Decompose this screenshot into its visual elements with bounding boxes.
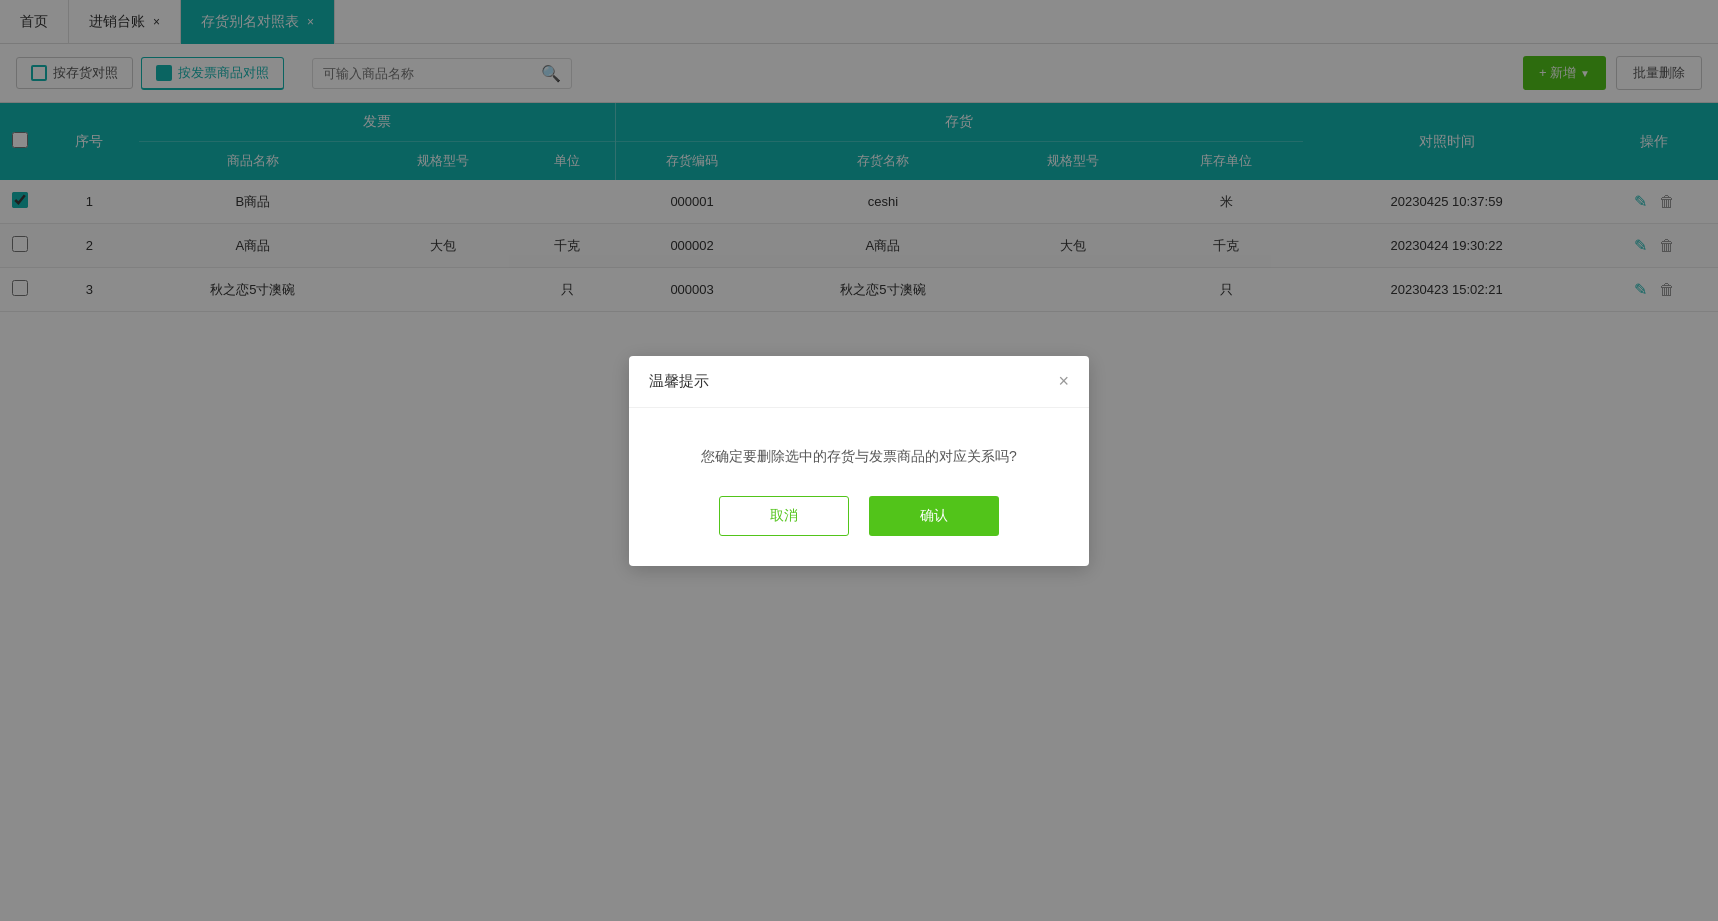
cancel-button[interactable]: 取消 xyxy=(719,496,849,536)
confirm-button[interactable]: 确认 xyxy=(869,496,999,536)
dialog-body: 您确定要删除选中的存货与发票商品的对应关系吗? xyxy=(629,408,1089,496)
dialog-header: 温馨提示 × xyxy=(629,356,1089,408)
dialog-title: 温馨提示 xyxy=(649,372,709,391)
dialog-message: 您确定要删除选中的存货与发票商品的对应关系吗? xyxy=(701,448,1017,464)
dialog-footer: 取消 确认 xyxy=(629,496,1089,566)
dialog-overlay: 温馨提示 × 您确定要删除选中的存货与发票商品的对应关系吗? 取消 确认 xyxy=(0,0,1718,921)
dialog-close-button[interactable]: × xyxy=(1058,372,1069,390)
confirm-dialog: 温馨提示 × 您确定要删除选中的存货与发票商品的对应关系吗? 取消 确认 xyxy=(629,356,1089,566)
